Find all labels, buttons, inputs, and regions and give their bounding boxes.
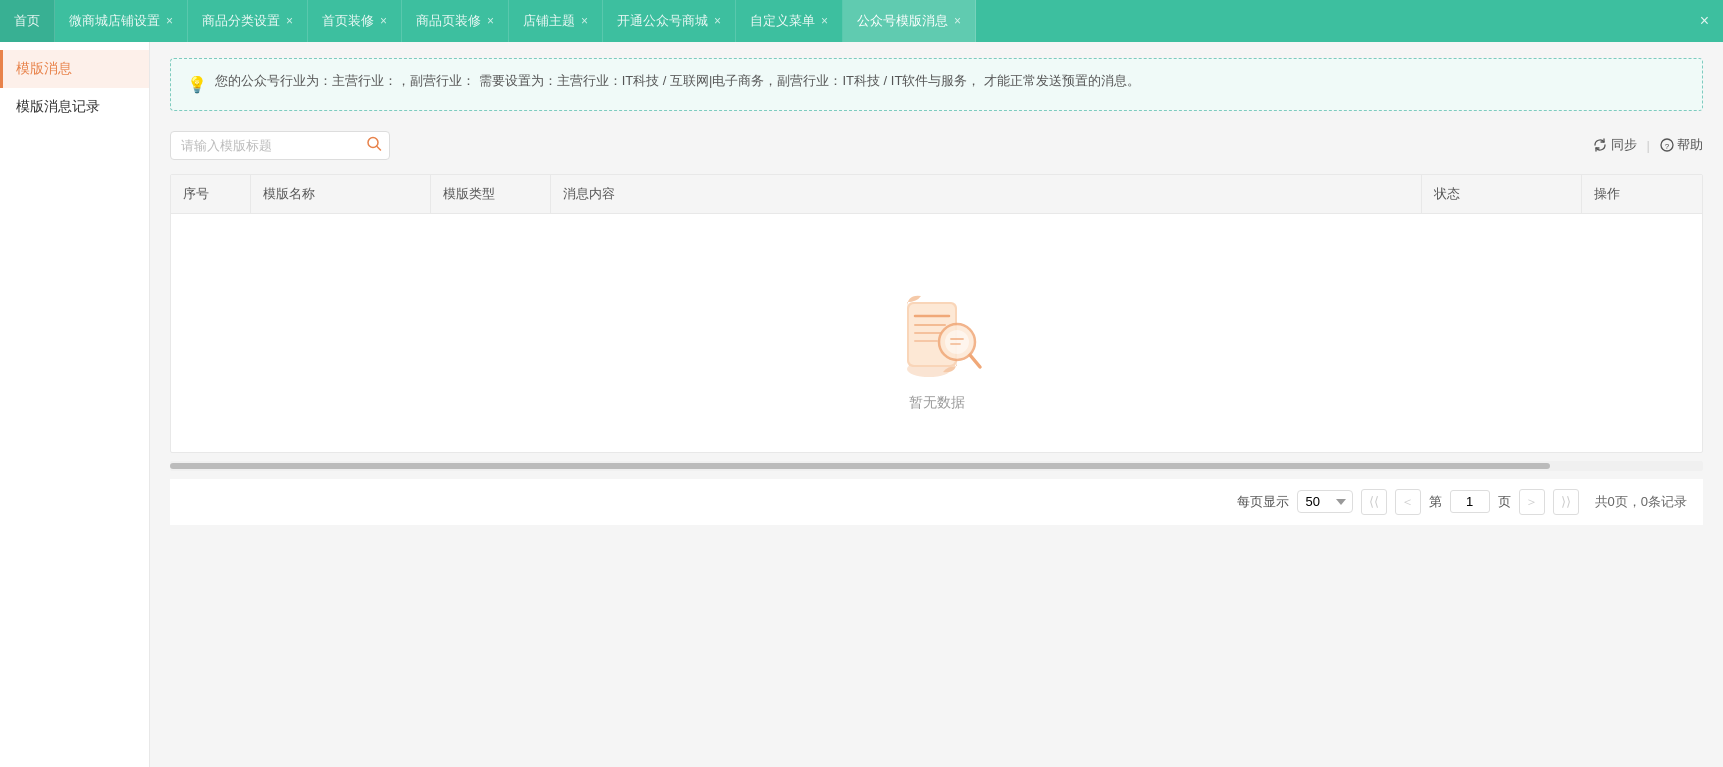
notice-box: 💡 您的公众号行业为：主营行业：，副营行业： 需要设置为：主营行业：IT科技 /…	[170, 58, 1703, 111]
th-type: 模版类型	[431, 175, 551, 213]
empty-illustration	[877, 274, 997, 394]
nav-tab-store-settings-label: 微商城店铺设置	[69, 12, 160, 30]
sidebar-item-template-msg-label: 模版消息	[16, 60, 72, 76]
close-home-decoration-icon[interactable]: ×	[380, 15, 387, 27]
search-button[interactable]	[366, 136, 382, 155]
table-header: 序号 模版名称 模版类型 消息内容 状态 操作	[171, 175, 1702, 214]
svg-line-13	[970, 355, 980, 367]
nav-tab-open-mall[interactable]: 开通公众号商城 ×	[603, 0, 736, 42]
pagination-summary: 共0页，0条记录	[1595, 493, 1687, 511]
close-custom-menu-icon[interactable]: ×	[821, 15, 828, 27]
empty-state: 暂无数据	[171, 214, 1702, 452]
nav-tab-product-decoration[interactable]: 商品页装修 ×	[402, 0, 509, 42]
horizontal-scrollbar[interactable]	[170, 461, 1703, 471]
sync-icon	[1593, 138, 1607, 152]
search-icon	[366, 136, 382, 152]
nav-tab-store-settings[interactable]: 微商城店铺设置 ×	[55, 0, 188, 42]
sidebar: 模版消息 模版消息记录	[0, 42, 150, 767]
svg-point-12	[945, 330, 969, 354]
th-action: 操作	[1582, 175, 1702, 213]
nav-tab-home-label: 首页	[14, 12, 40, 30]
page-label: 页	[1498, 493, 1511, 511]
sidebar-item-template-msg-log[interactable]: 模版消息记录	[0, 88, 149, 126]
nav-tab-home-decoration-label: 首页装修	[322, 12, 374, 30]
nav-tab-category-settings-label: 商品分类设置	[202, 12, 280, 30]
th-content: 消息内容	[551, 175, 1422, 213]
svg-line-1	[377, 147, 381, 151]
help-button[interactable]: ? 帮助	[1660, 136, 1703, 154]
nav-tab-product-decoration-label: 商品页装修	[416, 12, 481, 30]
notice-prefix: 您的公众号行业为：主营行业：，副营行业：	[215, 73, 475, 88]
th-status: 状态	[1422, 175, 1582, 213]
pagination: 每页显示 10 20 50 100 ⟨⟨ ＜ 第 页 ＞ ⟩⟩ 共0页，0条记录	[170, 479, 1703, 525]
close-open-mall-icon[interactable]: ×	[714, 15, 721, 27]
nav-tab-category-settings[interactable]: 商品分类设置 ×	[188, 0, 308, 42]
page-di-label: 第	[1429, 493, 1442, 511]
th-index: 序号	[171, 175, 251, 213]
nav-tab-template-msg[interactable]: 公众号模版消息 ×	[843, 0, 976, 42]
notice-lightbulb-icon: 💡	[187, 72, 207, 98]
nav-tab-open-mall-label: 开通公众号商城	[617, 12, 708, 30]
search-bar: 同步 | ? 帮助	[170, 131, 1703, 160]
main-content: 💡 您的公众号行业为：主营行业：，副营行业： 需要设置为：主营行业：IT科技 /…	[150, 42, 1723, 767]
prev-page-button[interactable]: ＜	[1395, 489, 1421, 515]
sidebar-item-template-msg-log-label: 模版消息记录	[16, 98, 100, 114]
nav-tab-store-theme-label: 店铺主题	[523, 12, 575, 30]
search-input[interactable]	[170, 131, 390, 160]
search-left	[170, 131, 390, 160]
nav-tab-custom-menu[interactable]: 自定义菜单 ×	[736, 0, 843, 42]
top-navigation: 首页 微商城店铺设置 × 商品分类设置 × 首页装修 × 商品页装修 × 店铺主…	[0, 0, 1723, 42]
help-label: 帮助	[1677, 136, 1703, 154]
page-number-input[interactable]	[1450, 490, 1490, 513]
empty-text: 暂无数据	[909, 394, 965, 412]
main-layout: 模版消息 模版消息记录 💡 您的公众号行业为：主营行业：，副营行业： 需要设置为…	[0, 42, 1723, 767]
search-right: 同步 | ? 帮助	[1593, 136, 1703, 154]
nav-tab-custom-menu-label: 自定义菜单	[750, 12, 815, 30]
notice-text: 您的公众号行业为：主营行业：，副营行业： 需要设置为：主营行业：IT科技 / 互…	[215, 71, 1140, 92]
last-page-button[interactable]: ⟩⟩	[1553, 489, 1579, 515]
close-product-decoration-icon[interactable]: ×	[487, 15, 494, 27]
nav-tab-home[interactable]: 首页	[0, 0, 55, 42]
nav-tab-template-msg-label: 公众号模版消息	[857, 12, 948, 30]
data-table: 序号 模版名称 模版类型 消息内容 状态 操作	[170, 174, 1703, 453]
divider: |	[1647, 138, 1650, 153]
nav-tab-home-decoration[interactable]: 首页装修 ×	[308, 0, 402, 42]
help-icon: ?	[1660, 138, 1674, 152]
th-name: 模版名称	[251, 175, 431, 213]
close-all-tabs-button[interactable]: ×	[1686, 12, 1723, 30]
scrollbar-thumb[interactable]	[170, 463, 1550, 469]
close-store-settings-icon[interactable]: ×	[166, 15, 173, 27]
sync-button[interactable]: 同步	[1593, 136, 1637, 154]
sidebar-item-template-msg[interactable]: 模版消息	[0, 50, 149, 88]
page-size-label: 每页显示	[1237, 493, 1289, 511]
close-store-theme-icon[interactable]: ×	[581, 15, 588, 27]
notice-highlight: 需要设置为：主营行业：IT科技 / 互联网|电子商务，副营行业：IT科技 / I…	[479, 73, 981, 88]
svg-text:?: ?	[1665, 142, 1670, 151]
nav-tab-store-theme[interactable]: 店铺主题 ×	[509, 0, 603, 42]
close-template-msg-icon[interactable]: ×	[954, 15, 961, 27]
close-category-settings-icon[interactable]: ×	[286, 15, 293, 27]
first-page-button[interactable]: ⟨⟨	[1361, 489, 1387, 515]
notice-suffix: 才能正常发送预置的消息。	[984, 73, 1140, 88]
page-size-select[interactable]: 10 20 50 100	[1297, 490, 1353, 513]
search-input-wrap	[170, 131, 390, 160]
sync-label: 同步	[1611, 136, 1637, 154]
next-page-button[interactable]: ＞	[1519, 489, 1545, 515]
